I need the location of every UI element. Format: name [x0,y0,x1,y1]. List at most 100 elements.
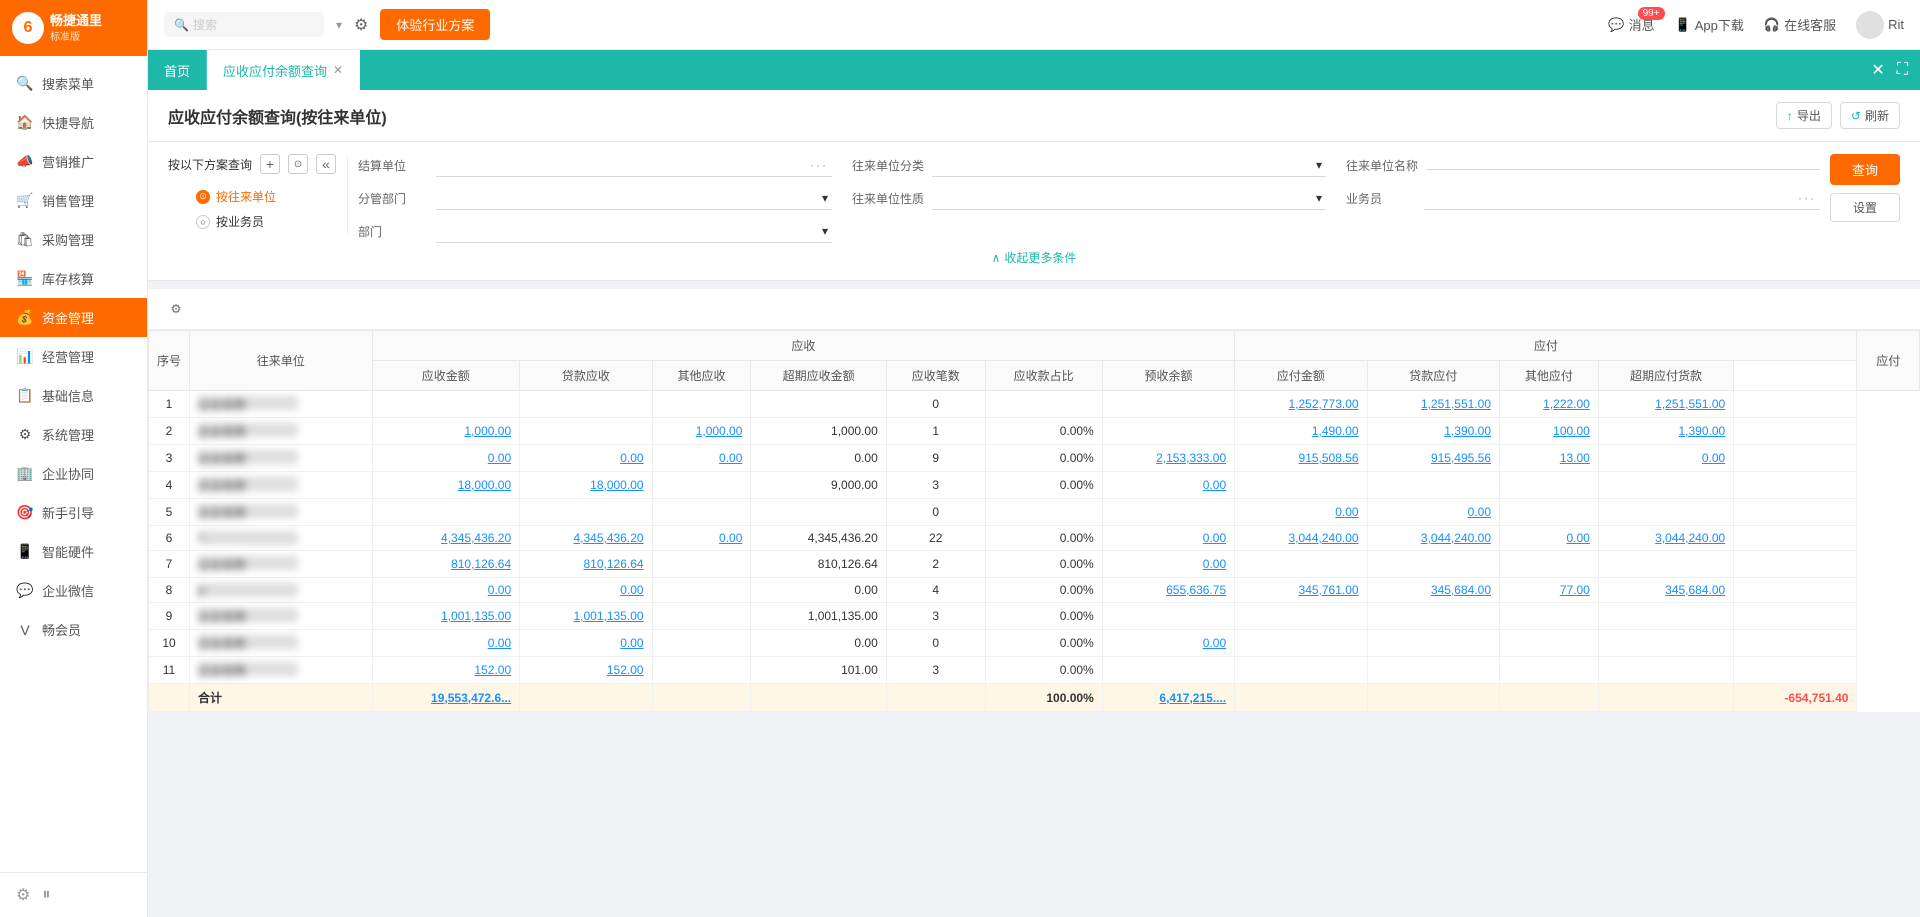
sidebar-item-member[interactable]: V 畅会员 [0,610,147,649]
collapse-icon[interactable]: ⏸ [42,886,50,904]
filter-option-by-partner[interactable]: ⊙ 按往来单位 [188,184,337,209]
table-row: 11企业名称152.00152.00101.0030.00% [149,657,1920,684]
total-receivable-amount[interactable]: 19,553,472.6... [372,684,520,712]
collapse-conditions-button[interactable]: ∧ 收起更多条件 [168,243,1900,272]
partner-name-input[interactable] [1426,161,1820,170]
col-header-receivable-amount: 应收金额 [372,361,520,391]
sidebar-menu: 🔍 搜索菜单 🏠 快捷导航 📣 营销推广 🛒 销售管理 🛍 采购管理 🏪 库存核… [0,56,147,872]
settings-icon[interactable]: ⚙ [16,885,30,905]
user-avatar[interactable]: Rit [1856,11,1904,39]
chevron-down-icon-3: ▾ [1316,191,1322,205]
operation-icon: 📊 [16,348,34,365]
col-header-overdue-payable: 超期应付货款 [1598,361,1733,391]
chevron-down-icon: ▾ [336,18,342,32]
data-table-wrapper[interactable]: 序号 往来单位 应收 应付 应付 应收金额 贷款应收 其他应收 超期应收金额 应… [148,330,1920,712]
marketing-icon: 📣 [16,153,34,170]
service-icon: 🎧 [1764,17,1780,33]
salesman-input[interactable]: ··· [1424,187,1820,210]
dots-icon-2: ··· [1798,191,1816,205]
sidebar-item-base[interactable]: 📋 基础信息 [0,376,147,415]
sidebar-item-operation[interactable]: 📊 经营管理 [0,337,147,376]
chevron-up-icon: ∧ [992,251,1001,265]
page-actions: ↑ 导出 ↺ 刷新 [1776,102,1900,129]
message-button[interactable]: 💬 消息 99+ [1608,15,1654,34]
dept-manager-input[interactable]: ▾ [436,187,832,210]
sidebar-item-finance[interactable]: 💰 资金管理 [0,298,147,337]
tab-balance-query[interactable]: 应收应付余额查询 ✕ [207,50,360,90]
sidebar-logo: 6 畅捷通里 标准版 [0,0,147,56]
sidebar-item-hardware[interactable]: 📱 智能硬件 [0,532,147,571]
maximize-icon[interactable]: ⛶ [1897,61,1908,79]
partner-nature-input[interactable]: ▾ [932,187,1326,210]
table-settings-icon[interactable]: ⚙ [164,297,188,321]
table-toolbar: ⚙ [148,289,1920,330]
top-search-box[interactable]: 🔍 搜索 [164,12,324,37]
app-download-button[interactable]: 📱 App下载 [1675,15,1744,34]
filter-options: ⊙ 按往来单位 ○ 按业务员 [188,184,337,234]
sidebar-item-sales[interactable]: 🛒 销售管理 [0,181,147,220]
main-content: 🔍 搜索 ▾ ⚙ 体验行业方案 💬 消息 99+ 📱 App下载 🎧 在线客服 … [148,0,1920,917]
close-window-icon[interactable]: ✕ [1871,60,1884,80]
filter-collapse-button[interactable]: « [316,154,336,174]
finance-icon: 💰 [16,309,34,326]
filter-field-settlement: 结算单位 ··· [358,154,832,177]
partner-category-input[interactable]: ▾ [932,154,1326,177]
dept-input[interactable]: ▾ [436,220,832,243]
total-advance-balance[interactable]: 6,417,215.... [1102,684,1234,712]
filter-option-by-staff[interactable]: ○ 按业务员 [188,209,337,234]
sidebar-item-purchase[interactable]: 🛍 采购管理 [0,220,147,259]
solution-button[interactable]: 体验行业方案 [380,9,490,40]
table-total-row: 合计 19,553,472.6... 100.00% 6,417,215.... [149,684,1920,712]
filter-add-button[interactable]: + [260,154,280,174]
setting-button[interactable]: 设置 [1830,193,1900,222]
filter-field-dept: 部门 ▾ [358,220,832,243]
member-icon: V [16,622,34,638]
page-content: 应收应付余额查询(按往来单位) ↑ 导出 ↺ 刷新 按以下方案查询 [148,90,1920,917]
filter-scheme-header: 按以下方案查询 + ⊙ « [168,154,337,174]
dots-icon: ··· [810,158,828,172]
sidebar-item-marketing[interactable]: 📣 营销推广 [0,142,147,181]
sidebar-item-search-menu[interactable]: 🔍 搜索菜单 [0,64,147,103]
sidebar-item-wechat[interactable]: 💬 企业微信 [0,571,147,610]
filter-rows: 结算单位 ··· 往来单位分类 ▾ [358,154,1820,243]
table-row: 1企业名称01,252,773.001,251,551.001,222.001,… [149,391,1920,418]
col-header-loan-payable: 贷款应付 [1367,361,1499,391]
filter-settings-button[interactable]: ⊙ [288,154,308,174]
message-badge: 99+ [1638,7,1665,20]
sidebar-item-guide[interactable]: 🎯 新手引导 [0,493,147,532]
sidebar-item-corp[interactable]: 🏢 企业协同 [0,454,147,493]
filter-field-dept-manager: 分管部门 ▾ [358,187,832,210]
export-button[interactable]: ↑ 导出 [1776,102,1832,129]
topbar: 🔍 搜索 ▾ ⚙ 体验行业方案 💬 消息 99+ 📱 App下载 🎧 在线客服 … [148,0,1920,50]
filter-field-partner-category: 往来单位分类 ▾ [852,154,1326,177]
sidebar-item-inventory[interactable]: 🏪 库存核算 [0,259,147,298]
settlement-unit-input[interactable]: ··· [436,154,832,177]
gear-icon[interactable]: ⚙ [354,15,368,35]
chevron-down-icon-4: ▾ [822,224,828,238]
refresh-button[interactable]: ↺ 刷新 [1840,102,1900,129]
table-row: 9企业名称1,001,135.001,001,135.001,001,135.0… [149,603,1920,630]
wechat-icon: 💬 [16,582,34,599]
col-header-other-payable: 其他应付 [1500,361,1599,391]
guide-icon: 🎯 [16,504,34,521]
col-header-partner: 往来单位 [190,331,372,391]
sidebar-bottom: ⚙ ⏸ [0,872,147,917]
filter-panel: 按以下方案查询 + ⊙ « ⊙ 按往来单位 ○ 按业务员 [148,142,1920,281]
filter-row-1: 结算单位 ··· 往来单位分类 ▾ [358,154,1820,177]
download-icon: 📱 [1675,17,1691,33]
sidebar-item-quick-nav[interactable]: 🏠 快捷导航 [0,103,147,142]
purchase-icon: 🛍 [16,231,34,248]
tab-close-icon[interactable]: ✕ [333,63,343,77]
export-icon: ↑ [1787,109,1793,123]
query-button[interactable]: 查询 [1830,154,1900,185]
online-service-button[interactable]: 🎧 在线客服 [1764,15,1836,34]
col-header-receivable-count: 应收笔数 [886,361,985,391]
sidebar-item-system[interactable]: ⚙ 系统管理 [0,415,147,454]
search-icon: 🔍 [174,18,189,32]
tabbar-right: ✕ ⛶ [1871,60,1920,80]
data-table: 序号 往来单位 应收 应付 应付 应收金额 贷款应收 其他应收 超期应收金额 应… [148,330,1920,712]
filter-fields: 结算单位 ··· 往来单位分类 ▾ [348,154,1820,243]
sidebar: 6 畅捷通里 标准版 🔍 搜索菜单 🏠 快捷导航 📣 营销推广 🛒 销售管理 🛍… [0,0,148,917]
logo-icon: 6 [12,12,44,44]
tab-home[interactable]: 首页 [148,50,207,90]
